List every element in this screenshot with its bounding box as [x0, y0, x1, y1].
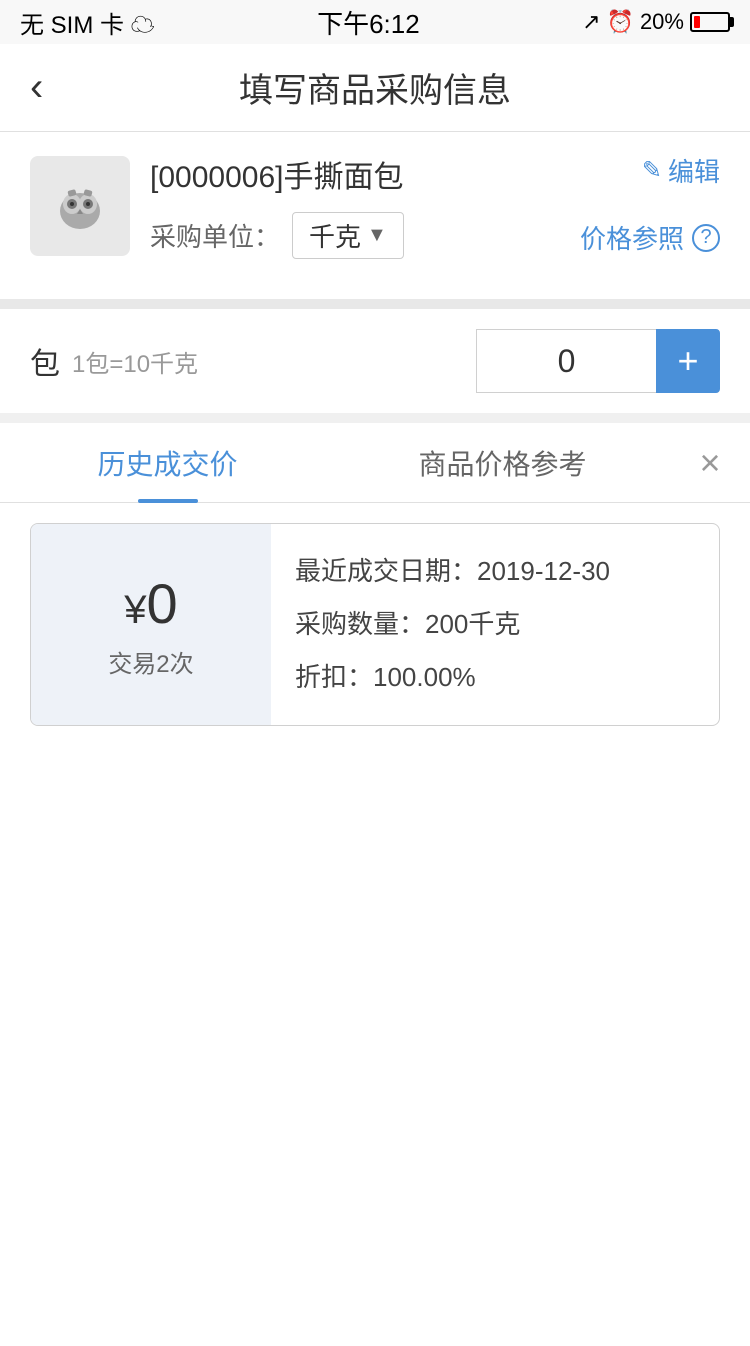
unit-label: 采购单位： — [150, 217, 280, 254]
tab-product-price-ref-label: 商品价格参考 — [418, 443, 586, 483]
page-title: 填写商品采购信息 — [239, 63, 511, 112]
recent-date-label: 最近成交日期： — [295, 556, 477, 586]
quantity-plus-button[interactable]: + — [656, 329, 720, 393]
recent-date-row: 最近成交日期：2019-12-30 — [295, 552, 695, 591]
product-section: [0000006]手撕面包 采购单位： 千克 ▼ ✎ 编辑 价格参照 ? — [0, 132, 750, 299]
quantity-input[interactable] — [476, 329, 656, 393]
bag-sub-label: 1包=10千克 — [72, 344, 198, 379]
price-card-container: ¥0 交易2次 最近成交日期：2019-12-30 采购数量：200千克 折扣：… — [0, 503, 750, 746]
product-image-inner — [45, 171, 115, 241]
edit-label: 编辑 — [668, 152, 720, 189]
purchase-quantity-value: 200千克 — [425, 609, 520, 639]
dropdown-arrow-icon: ▼ — [367, 224, 387, 247]
price-card-right: 最近成交日期：2019-12-30 采购数量：200千克 折扣：100.00% — [271, 524, 719, 725]
product-right-actions: ✎ 编辑 价格参照 ? — [580, 152, 720, 256]
currency-symbol: ¥ — [124, 588, 146, 632]
unit-value: 千克 — [309, 217, 361, 254]
nav-bar: ‹ 填写商品采购信息 — [0, 44, 750, 132]
product-header: [0000006]手撕面包 采购单位： 千克 ▼ ✎ 编辑 价格参照 ? — [30, 152, 720, 259]
discount-row: 折扣：100.00% — [295, 658, 695, 697]
tab-active-underline — [138, 499, 198, 503]
trade-count: 交易2次 — [108, 644, 193, 679]
price-ref-help-icon: ? — [692, 224, 720, 252]
unit-dropdown[interactable]: 千克 ▼ — [292, 212, 404, 259]
status-bar-right: ↗ ⏰ 20% — [582, 9, 730, 35]
close-tab-button[interactable]: × — [670, 423, 750, 503]
status-bar-time: 下午6:12 — [317, 4, 420, 41]
status-bar-left: 无 SIM 卡 ☁ — [20, 5, 155, 40]
tabs-section: 历史成交价 商品价格参考 × ¥0 交易2次 最近成交日期：2019-12-30… — [0, 423, 750, 746]
price-ref-label: 价格参照 — [580, 219, 684, 256]
tab-product-price-ref[interactable]: 商品价格参考 — [335, 423, 670, 503]
product-name: [0000006]手撕面包 — [150, 152, 404, 196]
tab-history-price-label: 历史成交价 — [97, 443, 237, 483]
tabs-header: 历史成交价 商品价格参考 × — [0, 423, 750, 503]
product-unit-row: 采购单位： 千克 ▼ — [150, 212, 404, 259]
price-card: ¥0 交易2次 最近成交日期：2019-12-30 采购数量：200千克 折扣：… — [30, 523, 720, 726]
purchase-quantity-label: 采购数量： — [295, 609, 425, 639]
product-left: [0000006]手撕面包 采购单位： 千克 ▼ — [30, 152, 404, 259]
quantity-label: 包 1包=10千克 — [30, 339, 198, 383]
bag-label: 包 — [30, 339, 60, 383]
edit-icon: ✎ — [642, 156, 662, 185]
price-number: 0 — [147, 572, 178, 635]
location-icon: ↗ — [582, 9, 600, 35]
price-card-left: ¥0 交易2次 — [31, 524, 271, 725]
alarm-icon: ⏰ — [607, 9, 634, 35]
purchase-quantity-row: 采购数量：200千克 — [295, 605, 695, 644]
battery-percent: 20% — [640, 9, 684, 35]
price-ref-button[interactable]: 价格参照 ? — [580, 219, 720, 256]
divider-bar — [0, 299, 750, 309]
bottom-area — [0, 746, 750, 1346]
owl-icon — [50, 176, 110, 236]
quantity-control: + — [476, 329, 720, 393]
product-info: [0000006]手撕面包 采购单位： 千克 ▼ — [150, 152, 404, 259]
discount-value: 100.00% — [373, 662, 476, 692]
recent-date-value: 2019-12-30 — [477, 556, 610, 586]
back-button[interactable]: ‹ — [30, 65, 43, 110]
product-image — [30, 156, 130, 256]
quantity-section: 包 1包=10千克 + — [0, 309, 750, 413]
edit-button[interactable]: ✎ 编辑 — [642, 152, 720, 189]
sim-status: 无 SIM 卡 ☁ — [20, 5, 155, 40]
status-bar: 无 SIM 卡 ☁ 下午6:12 ↗ ⏰ 20% — [0, 0, 750, 44]
battery-icon — [690, 12, 730, 32]
price-value: ¥0 — [124, 571, 177, 636]
discount-label: 折扣： — [295, 662, 373, 692]
tab-history-price[interactable]: 历史成交价 — [0, 423, 335, 503]
